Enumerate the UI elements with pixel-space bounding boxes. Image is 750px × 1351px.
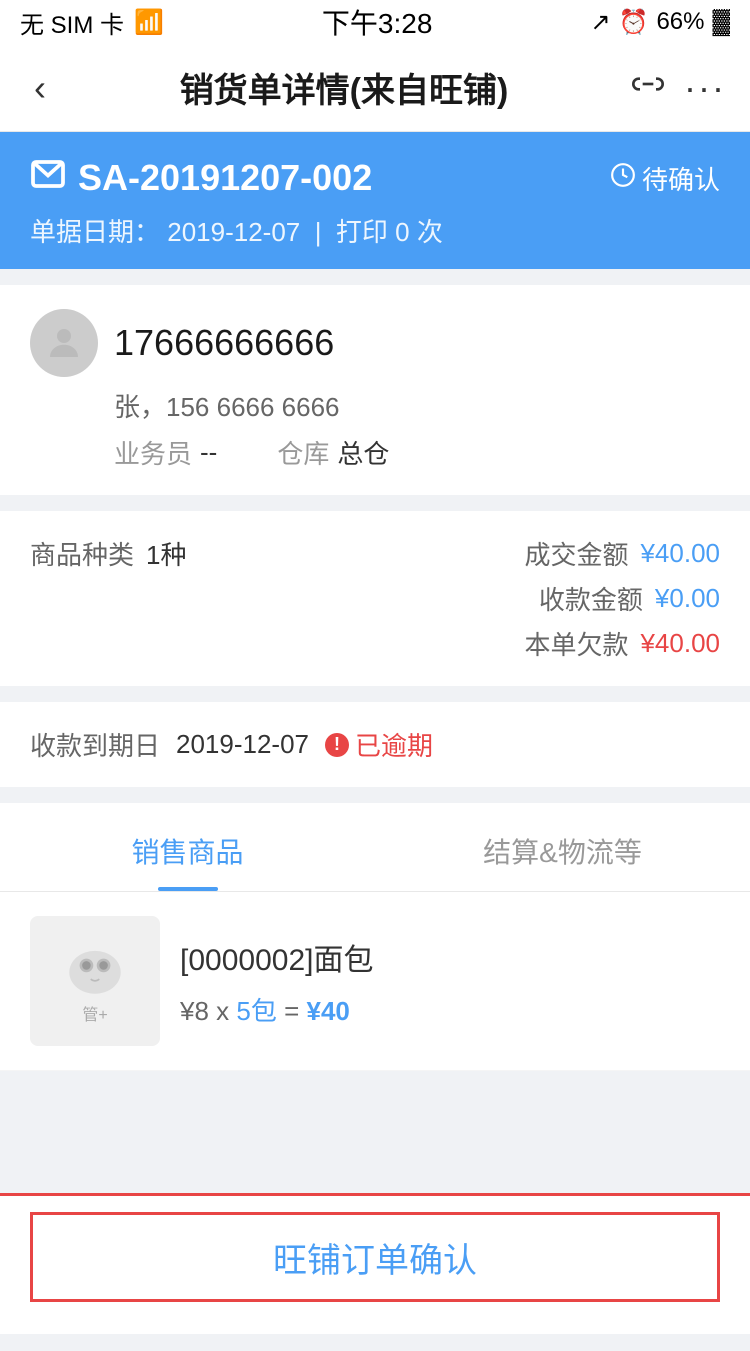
overdue-text: 已逾期 (355, 726, 433, 763)
received-row: 收款金额 ¥0.00 (539, 580, 720, 617)
total-text: ¥40 (306, 996, 349, 1026)
sim-label: 无 SIM 卡 (20, 5, 124, 40)
warehouse-item: 仓库 总仓 (277, 434, 389, 471)
logo-text: 管+ (60, 1001, 130, 1025)
tabs-section: 销售商品 结算&物流等 管+ (0, 803, 750, 1071)
salesperson-label: 业务员 (114, 434, 192, 471)
warehouse-label: 仓库 (277, 434, 329, 471)
tab-sales-products[interactable]: 销售商品 (0, 803, 375, 891)
category-info: 商品种类 1种 (30, 535, 524, 572)
owed-row: 本单欠款 ¥40.00 (524, 625, 720, 662)
received-label: 收款金额 (539, 580, 643, 617)
status-time: 下午3:28 (322, 2, 433, 42)
customer-name: 张，156 6666 6666 (114, 387, 720, 424)
tabs-row: 销售商品 结算&物流等 (0, 803, 750, 892)
table-row: 管+ [0000002]面包 ¥8 x 5包 = ¥40 (0, 892, 750, 1071)
overdue-dot-icon: ! (325, 733, 349, 757)
order-id: SA-20191207-002 (78, 157, 372, 199)
more-button[interactable]: ··· (684, 67, 726, 109)
back-button[interactable]: ‹ (24, 57, 56, 119)
customer-phone: 17666666666 (114, 322, 334, 364)
share-button[interactable] (632, 68, 664, 108)
deal-amount-row: 成交金额 ¥40.00 (524, 535, 720, 572)
deal-amount-value: ¥40.00 (640, 538, 720, 569)
order-status: 待确认 (610, 160, 720, 197)
warehouse-value: 总仓 (337, 434, 389, 471)
nav-actions: ··· (632, 67, 726, 109)
due-date-value: 2019-12-07 (176, 729, 309, 760)
customer-section: 17666666666 张，156 6666 6666 业务员 -- 仓库 总仓 (0, 285, 750, 495)
qty-text: 5包 (236, 996, 276, 1026)
deal-amount-label: 成交金额 (524, 535, 628, 572)
received-value: ¥0.00 (655, 583, 720, 614)
clock-icon (610, 162, 636, 195)
due-section: 收款到期日 2019-12-07 ! 已逾期 (0, 702, 750, 787)
order-header: SA-20191207-002 待确认 单据日期： 2019-12-07 | 打… (0, 132, 750, 269)
amount-info: 成交金额 ¥40.00 收款金额 ¥0.00 本单欠款 ¥40.00 (524, 535, 720, 662)
status-left: 无 SIM 卡 📶 (20, 5, 164, 40)
price-text: ¥8 x (180, 996, 236, 1026)
bottom-bar: 旺铺订单确认 (0, 1193, 750, 1334)
meta-date-label: 单据日期： (30, 217, 160, 247)
battery-icon: ▓ (712, 8, 730, 36)
order-date: 2019-12-07 (167, 217, 300, 247)
status-right: ↗ ⏰ 66% ▓ (590, 8, 730, 37)
product-list: 管+ [0000002]面包 ¥8 x 5包 = ¥40 (0, 892, 750, 1071)
category-label: 商品种类 (30, 535, 134, 572)
salesperson-item: 业务员 -- (114, 434, 217, 471)
status-text: 待确认 (642, 160, 720, 197)
equals-text: = (277, 996, 307, 1026)
owed-label: 本单欠款 (524, 625, 628, 662)
order-icon (30, 156, 66, 200)
tab-settlement-logistics[interactable]: 结算&物流等 (375, 803, 750, 891)
product-price: ¥8 x 5包 = ¥40 (180, 991, 720, 1028)
owed-value: ¥40.00 (640, 628, 720, 659)
status-bar: 无 SIM 卡 📶 下午3:28 ↗ ⏰ 66% ▓ (0, 0, 750, 44)
page-title: 销货单详情(来自旺铺) (180, 63, 509, 112)
product-info: [0000002]面包 ¥8 x 5包 = ¥40 (180, 935, 720, 1028)
order-meta: 单据日期： 2019-12-07 | 打印 0 次 (30, 212, 720, 249)
location-icon: ↗ (590, 8, 610, 37)
product-thumbnail: 管+ (30, 916, 160, 1046)
customer-extra: 业务员 -- 仓库 总仓 (114, 434, 720, 471)
print-info: 打印 0 次 (336, 217, 443, 247)
product-name: [0000002]面包 (180, 935, 720, 979)
confirm-order-button[interactable]: 旺铺订单确认 (30, 1212, 720, 1302)
alarm-icon: ⏰ (619, 8, 649, 37)
wifi-icon: 📶 (134, 8, 164, 37)
avatar (30, 309, 98, 377)
battery-label: 66% (656, 8, 704, 36)
category-value: 1种 (146, 535, 186, 572)
salesperson-value: -- (200, 437, 217, 468)
due-label: 收款到期日 (30, 726, 160, 763)
overdue-badge: ! 已逾期 (325, 726, 433, 763)
nav-bar: ‹ 销货单详情(来自旺铺) ··· (0, 44, 750, 132)
summary-section: 商品种类 1种 成交金额 ¥40.00 收款金额 ¥0.00 本单欠款 ¥40.… (0, 511, 750, 686)
